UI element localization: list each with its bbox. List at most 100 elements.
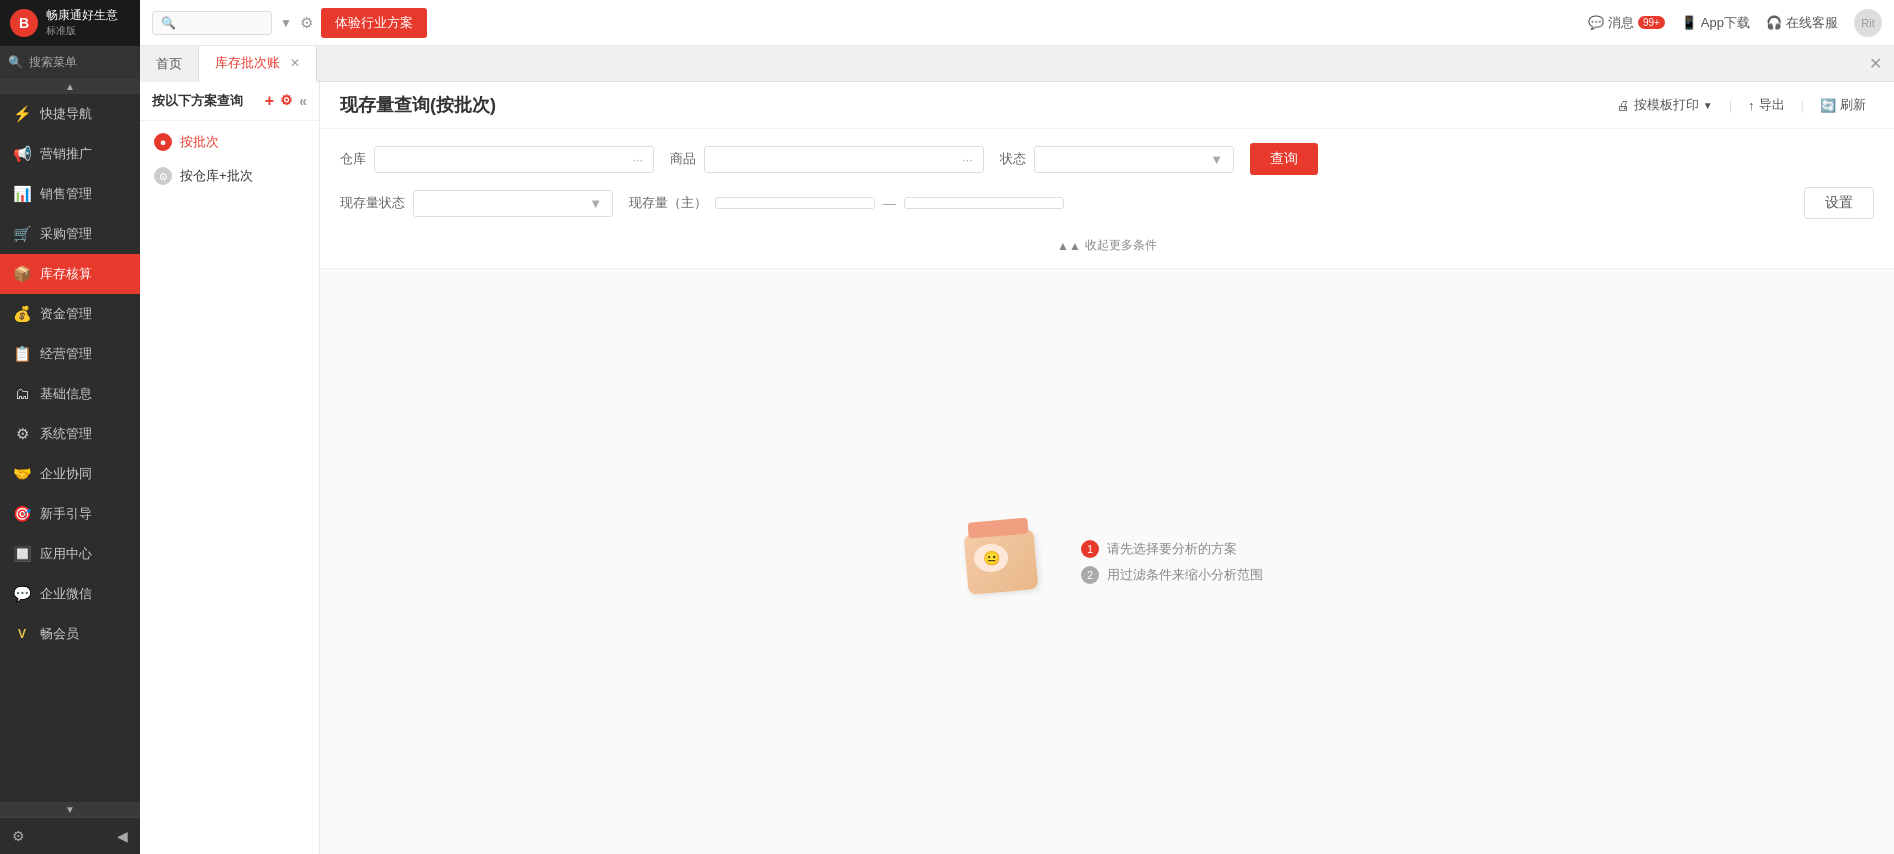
export-icon: ↑ (1748, 98, 1755, 113)
sidebar-item-inventory[interactable]: 📦 库存核算 (0, 254, 140, 294)
warehouse-label: 仓库 (340, 150, 366, 168)
status-filter: 状态 ▼ (1000, 146, 1234, 173)
enterprise-icon: 🤝 (12, 464, 32, 484)
product-input[interactable]: ··· (704, 146, 984, 173)
page-title: 现存量查询(按批次) (340, 93, 496, 117)
newbie-icon: 🎯 (12, 504, 32, 524)
sales-icon: 📊 (12, 184, 32, 204)
status-select[interactable]: ▼ (1034, 146, 1234, 173)
filter-area: 仓库 ··· 商品 ··· (320, 129, 1894, 269)
refresh-button[interactable]: 🔄 刷新 (1812, 92, 1874, 118)
tab-close-icon[interactable]: ✕ (290, 56, 300, 70)
sidebar-item-member[interactable]: V 畅会员 (0, 614, 140, 654)
system-icon: ⚙ (12, 424, 32, 444)
scheme-settings-icon[interactable]: ⚙ (280, 93, 293, 109)
export-label: 导出 (1759, 96, 1785, 114)
page-header-actions: 🖨 按模板打印 ▼ | ↑ 导出 | 🔄 刷新 (1609, 92, 1874, 118)
export-button[interactable]: ↑ 导出 (1740, 92, 1793, 118)
hint-1: 1 请先选择要分析的方案 (1081, 540, 1263, 558)
sidebar-item-enterprise[interactable]: 🤝 企业协同 (0, 454, 140, 494)
user-profile[interactable]: Rit (1854, 9, 1882, 37)
warehouse-input[interactable]: ··· (374, 146, 654, 173)
business-icon: 📋 (12, 344, 32, 364)
sidebar-item-basic[interactable]: 🗂 基础信息 (0, 374, 140, 414)
scheme-label: 按仓库+批次 (180, 167, 253, 185)
inventory-batch-tab-label: 库存批次账 (215, 54, 280, 72)
collapse-sidebar-icon[interactable]: ◀ (117, 828, 128, 844)
app-logo: B (10, 9, 38, 37)
scheme-item-by-warehouse-batch[interactable]: ⊙ 按仓库+批次 (140, 159, 319, 193)
messages-button[interactable]: 💬 消息 99+ (1588, 14, 1665, 32)
topbar-dropdown-icon[interactable]: ▼ (280, 16, 292, 30)
sidebar-search-label: 搜索菜单 (29, 54, 77, 71)
hint-num-2: 2 (1081, 566, 1099, 584)
scheme-icon-red: ● (154, 133, 172, 151)
search-icon: 🔍 (8, 55, 23, 69)
scheme-icon-gray: ⊙ (154, 167, 172, 185)
left-panel-header: 按以下方案查询 + ⚙ « (140, 82, 319, 121)
online-service-label: 在线客服 (1786, 14, 1838, 32)
stock-status-select[interactable]: ▼ (413, 190, 613, 217)
sidebar-item-marketing[interactable]: 📢 营销推广 (0, 134, 140, 174)
app-download-button[interactable]: 📱 App下载 (1681, 14, 1750, 32)
topbar-gear-icon[interactable]: ⚙ (300, 14, 313, 32)
tabbar: 首页 库存批次账 ✕ ✕ (140, 46, 1894, 82)
sidebar-item-label: 销售管理 (40, 185, 92, 203)
marketing-icon: 📢 (12, 144, 32, 164)
sidebar-item-newbie[interactable]: 🎯 新手引导 (0, 494, 140, 534)
print-button[interactable]: 🖨 按模板打印 ▼ (1609, 92, 1721, 118)
add-scheme-button[interactable]: + (265, 93, 274, 109)
app-name: 畅康通好生意 (46, 8, 118, 24)
app-version: 标准版 (46, 24, 118, 38)
sidebar-item-label: 企业协同 (40, 465, 92, 483)
stock-qty-label: 现存量（主） (629, 194, 707, 212)
app-info: 畅康通好生意 标准版 (46, 8, 118, 38)
topbar-right: 💬 消息 99+ 📱 App下载 🎧 在线客服 Rit (1588, 9, 1882, 37)
warehouse-dots[interactable]: ··· (632, 152, 643, 167)
refresh-label: 刷新 (1840, 96, 1866, 114)
page-header: 现存量查询(按批次) 🖨 按模板打印 ▼ | ↑ 导出 | 🔄 (320, 82, 1894, 129)
sidebar-item-finance[interactable]: 💰 资金管理 (0, 294, 140, 334)
scheme-item-by-batch[interactable]: ● 按批次 (140, 125, 319, 159)
app-download-label: App下载 (1701, 14, 1750, 32)
settings-icon[interactable]: ⚙ (12, 828, 25, 844)
left-panel-title: 按以下方案查询 (152, 92, 243, 110)
sidebar-item-purchase[interactable]: 🛒 采购管理 (0, 214, 140, 254)
tab-inventory-batch[interactable]: 库存批次账 ✕ (199, 46, 317, 82)
online-service-button[interactable]: 🎧 在线客服 (1766, 14, 1838, 32)
stock-status-label: 现存量状态 (340, 194, 405, 212)
sidebar-scroll-up[interactable]: ▲ (0, 79, 140, 94)
tab-close-right-icon[interactable]: ✕ (1857, 46, 1894, 82)
topbar-search[interactable]: 🔍 (152, 11, 272, 35)
query-button[interactable]: 查询 (1250, 143, 1318, 175)
product-dots[interactable]: ··· (962, 152, 973, 167)
sidebar-item-label: 基础信息 (40, 385, 92, 403)
sidebar-item-apps[interactable]: 🔲 应用中心 (0, 534, 140, 574)
messages-label: 消息 (1608, 14, 1634, 32)
status-dropdown-icon: ▼ (1210, 152, 1223, 167)
stock-qty-to[interactable] (904, 197, 1064, 209)
stock-qty-from[interactable] (715, 197, 875, 209)
separator-2: | (1801, 98, 1804, 113)
sidebar-item-label: 库存核算 (40, 265, 92, 283)
tab-home[interactable]: 首页 (140, 46, 199, 82)
collapse-filter-button[interactable]: ▲▲ 收起更多条件 (340, 231, 1874, 260)
sidebar-item-wechat[interactable]: 💬 企业微信 (0, 574, 140, 614)
sidebar-item-quick-nav[interactable]: ⚡ 快捷导航 (0, 94, 140, 134)
settings-button[interactable]: 设置 (1804, 187, 1874, 219)
print-dropdown-icon[interactable]: ▼ (1703, 100, 1713, 111)
sidebar-item-system[interactable]: ⚙ 系统管理 (0, 414, 140, 454)
trial-button[interactable]: 体验行业方案 (321, 8, 427, 38)
collapse-panel-icon[interactable]: « (299, 93, 307, 109)
message-icon: 💬 (1588, 15, 1604, 30)
status-label: 状态 (1000, 150, 1026, 168)
sidebar-search[interactable]: 🔍 搜索菜单 (0, 46, 140, 79)
sidebar-item-sales[interactable]: 📊 销售管理 (0, 174, 140, 214)
user-name: Rit (1861, 17, 1874, 29)
hint-text-1: 请先选择要分析的方案 (1107, 540, 1237, 558)
sidebar-item-business[interactable]: 📋 经营管理 (0, 334, 140, 374)
product-filter: 商品 ··· (670, 146, 984, 173)
sidebar-scroll-down[interactable]: ▼ (0, 802, 140, 817)
sidebar-item-label: 系统管理 (40, 425, 92, 443)
sidebar-item-label: 新手引导 (40, 505, 92, 523)
